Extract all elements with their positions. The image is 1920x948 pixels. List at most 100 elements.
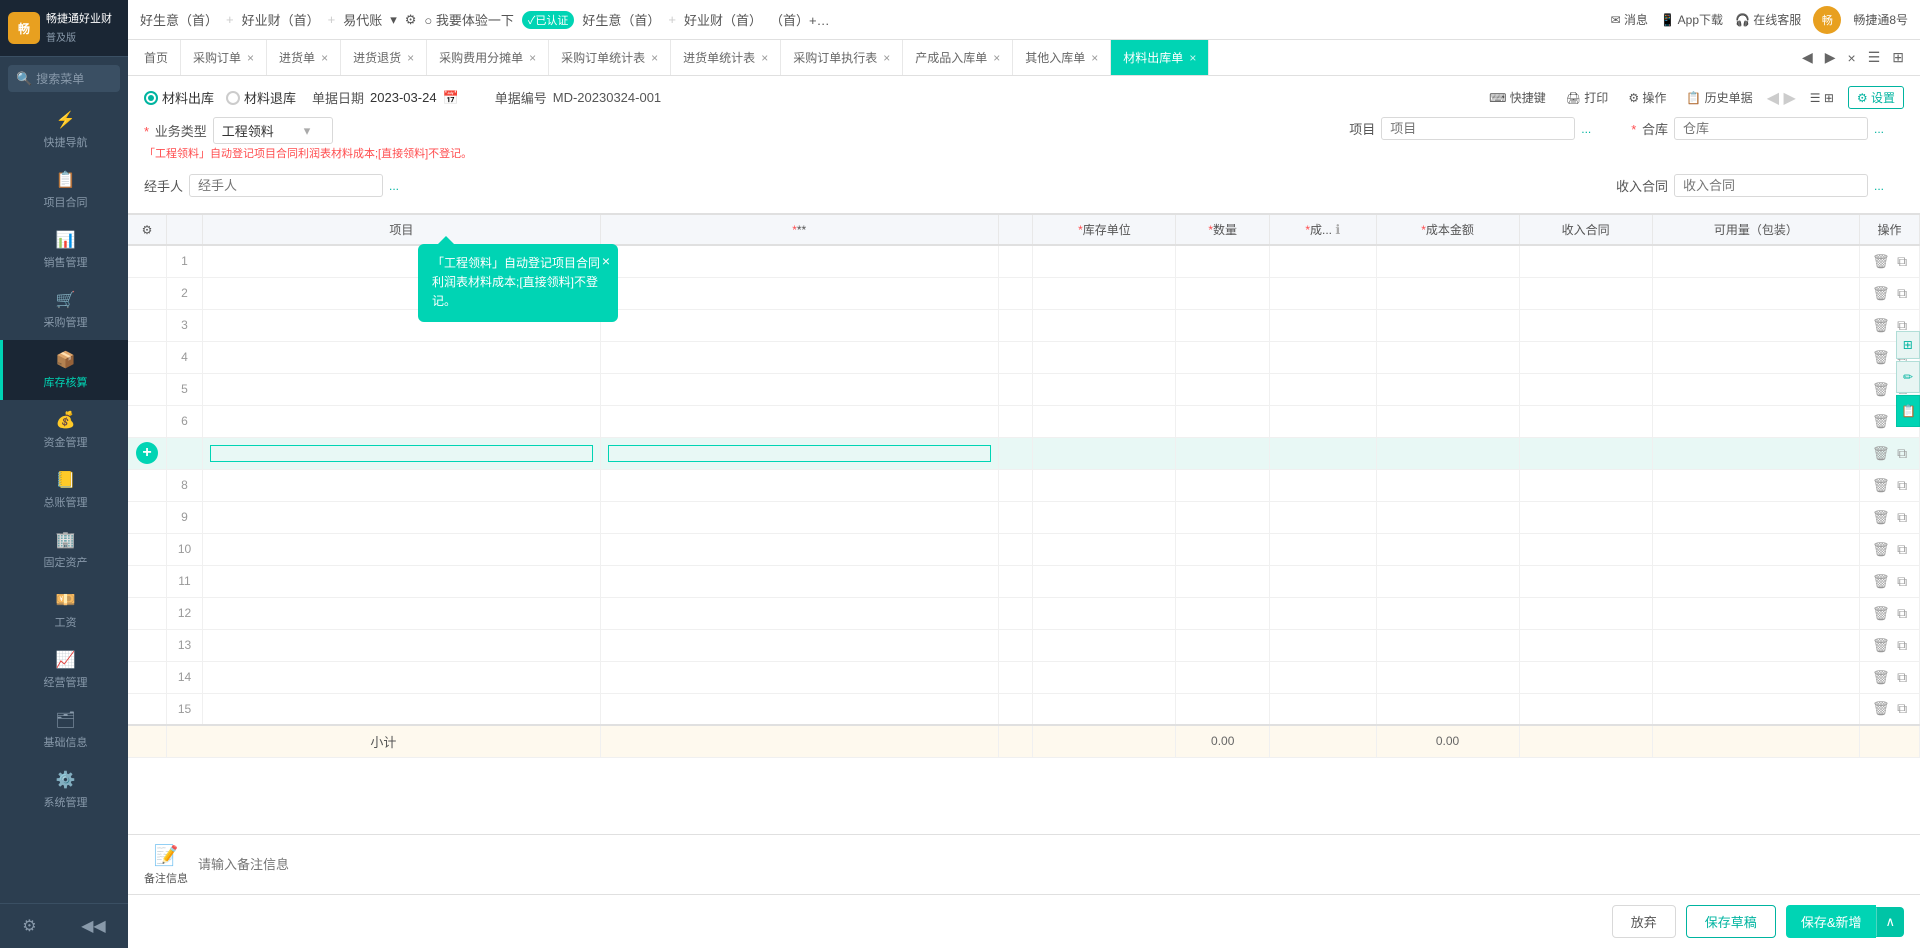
copy-row-btn[interactable]: ⧉ xyxy=(1897,477,1907,493)
project-ellipsis-btn[interactable]: ... xyxy=(1581,122,1591,136)
tab-close-material-outbound[interactable]: × xyxy=(1189,51,1196,65)
delete-row-btn[interactable]: 🗑 xyxy=(1872,509,1890,525)
save-new-main-button[interactable]: 保存&新增 xyxy=(1786,905,1877,938)
print-btn[interactable]: 🖨 打印 xyxy=(1560,87,1615,108)
active-cell-input-2[interactable] xyxy=(609,446,990,461)
sidebar-item-sales[interactable]: 📊 销售管理 xyxy=(0,220,128,280)
topbar-good-business[interactable]: 好生意（首） xyxy=(140,10,218,29)
search-menu-item[interactable]: 🔍 搜索菜单 xyxy=(8,65,120,92)
copy-row-btn[interactable]: ⧉ xyxy=(1897,605,1907,621)
sidebar-item-general-ledger[interactable]: 📒 总账管理 xyxy=(0,460,128,520)
tab-close-purchase-exec[interactable]: × xyxy=(883,51,890,65)
warehouse-ellipsis-btn[interactable]: ... xyxy=(1874,122,1884,136)
tab-material-outbound[interactable]: 材料出库单× xyxy=(1111,40,1209,76)
copy-row-btn[interactable]: ⧉ xyxy=(1897,637,1907,653)
delete-row-btn[interactable]: 🗑 xyxy=(1872,285,1890,301)
delete-row-btn[interactable]: 🗑 xyxy=(1872,573,1890,589)
sidebar-item-quick-nav[interactable]: ⚡ 快捷导航 xyxy=(0,100,128,160)
tab-close-incoming[interactable]: × xyxy=(321,51,328,65)
abandon-button[interactable]: 放弃 xyxy=(1612,905,1676,938)
income-contract-input[interactable] xyxy=(1674,174,1868,197)
add-row-btn[interactable]: + xyxy=(136,442,158,464)
tab-other-storage[interactable]: 其他入库单× xyxy=(1013,40,1111,76)
tab-view-toggle-list[interactable]: ☰ xyxy=(1864,47,1885,68)
col-header-settings[interactable]: ⚙ xyxy=(128,215,167,245)
sidebar-item-project-contract[interactable]: 📋 项目合同 xyxy=(0,160,128,220)
tab-product-storage[interactable]: 产成品入库单× xyxy=(903,40,1013,76)
info-icon[interactable]: ℹ xyxy=(1335,222,1340,237)
date-value[interactable]: 2023-03-24 xyxy=(370,90,437,105)
delete-row-btn[interactable]: 🗑 xyxy=(1872,669,1890,685)
copy-row-btn[interactable]: ⧉ xyxy=(1897,573,1907,589)
float-btn-edit[interactable]: ✏ xyxy=(1896,361,1920,393)
sidebar-item-purchase[interactable]: 🛒 采购管理 xyxy=(0,280,128,340)
delete-row-btn[interactable]: 🗑 xyxy=(1872,413,1890,429)
delete-row-btn[interactable]: 🗑 xyxy=(1872,381,1890,397)
topbar-dropdown[interactable]: ▾ xyxy=(390,12,397,28)
sidebar-item-base-info[interactable]: 🗂 基础信息 xyxy=(0,700,128,760)
tab-purchase-order[interactable]: 采购订单× xyxy=(181,40,267,76)
tab-scroll-left[interactable]: ◀ xyxy=(1798,47,1817,68)
tab-purchase-exec[interactable]: 采购订单执行表× xyxy=(781,40,903,76)
topbar-message[interactable]: ✉ 消息 xyxy=(1611,11,1648,28)
handler-input[interactable] xyxy=(189,174,383,197)
copy-active-row-btn[interactable]: ⧉ xyxy=(1897,445,1907,461)
topbar-more[interactable]: （首）+… xyxy=(770,10,830,29)
copy-row-btn[interactable]: ⧉ xyxy=(1897,285,1907,301)
radio-outbound[interactable]: 材料出库 xyxy=(144,88,214,107)
delete-row-btn[interactable]: 🗑 xyxy=(1872,605,1890,621)
copy-row-btn[interactable]: ⧉ xyxy=(1897,253,1907,269)
sidebar-item-fixed-assets[interactable]: 🏢 固定资产 xyxy=(0,520,128,580)
sidebar-item-system[interactable]: ⚙️ 系统管理 xyxy=(0,760,128,820)
delete-row-btn[interactable]: 🗑 xyxy=(1872,317,1890,333)
delete-row-btn[interactable]: 🗑 xyxy=(1872,477,1890,493)
collapse-icon[interactable]: ◀◀ xyxy=(77,912,110,940)
delete-row-btn[interactable]: 🗑 xyxy=(1872,637,1890,653)
tab-home[interactable]: 首页 xyxy=(132,40,181,76)
warehouse-input[interactable] xyxy=(1674,117,1868,140)
notes-input[interactable] xyxy=(198,857,1904,872)
tab-incoming-stats[interactable]: 进货单统计表× xyxy=(671,40,781,76)
delete-active-row-btn[interactable]: 🗑 xyxy=(1872,445,1890,461)
shortcut-btn[interactable]: ⌨ 快捷键 xyxy=(1483,87,1552,108)
tab-close-incoming-return[interactable]: × xyxy=(407,51,414,65)
tab-close-purchase-stats[interactable]: × xyxy=(651,51,658,65)
delete-row-btn[interactable]: 🗑 xyxy=(1872,253,1890,269)
float-btn-1[interactable]: ⊞ xyxy=(1896,331,1920,359)
tab-scroll-right[interactable]: ▶ xyxy=(1821,47,1840,68)
tab-purchase-expense[interactable]: 采购费用分摊单× xyxy=(427,40,549,76)
copy-row-btn[interactable]: ⧉ xyxy=(1897,317,1907,333)
topbar-good-business-2[interactable]: 好生意（首） xyxy=(582,10,660,29)
topbar-agency[interactable]: 易代账 xyxy=(343,10,382,29)
tab-close-all[interactable]: × xyxy=(1844,48,1860,68)
delete-row-btn[interactable]: 🗑 xyxy=(1872,349,1890,365)
topbar-support[interactable]: 🎧 在线客服 xyxy=(1735,11,1801,28)
tab-view-toggle-grid[interactable]: ⊞ xyxy=(1888,47,1908,68)
tab-close-incoming-stats[interactable]: × xyxy=(761,51,768,65)
table-view-btn[interactable]: ☰ ⊞ xyxy=(1804,89,1840,107)
sidebar-item-management[interactable]: 📈 经营管理 xyxy=(0,640,128,700)
copy-row-btn[interactable]: ⧉ xyxy=(1897,541,1907,557)
tab-purchase-stats[interactable]: 采购订单统计表× xyxy=(549,40,671,76)
delete-row-btn[interactable]: 🗑 xyxy=(1872,541,1890,557)
business-type-select[interactable]: 工程领料 ▾ xyxy=(213,117,333,144)
tab-incoming-return[interactable]: 进货退货× xyxy=(341,40,427,76)
topbar-username[interactable]: 畅捷通8号 xyxy=(1853,11,1908,28)
tab-close-other-storage[interactable]: × xyxy=(1091,51,1098,65)
topbar-settings-icon[interactable]: ⚙ xyxy=(405,12,417,28)
sidebar-item-finance[interactable]: 💰 资金管理 xyxy=(0,400,128,460)
topbar-good-wealth-2[interactable]: 好业财（首） xyxy=(684,10,762,29)
save-draft-button[interactable]: 保存草稿 xyxy=(1686,905,1776,938)
tab-close-purchase-order[interactable]: × xyxy=(247,51,254,65)
project-input[interactable] xyxy=(1381,117,1575,140)
calendar-icon[interactable]: 📅 xyxy=(443,90,459,106)
tab-close-product-storage[interactable]: × xyxy=(993,51,1000,65)
copy-row-btn[interactable]: ⧉ xyxy=(1897,509,1907,525)
tab-incoming[interactable]: 进货单× xyxy=(267,40,341,76)
topbar-app-download[interactable]: 📱 App下载 xyxy=(1660,11,1723,28)
handler-ellipsis-btn[interactable]: ... xyxy=(389,179,399,193)
history-btn[interactable]: 📋 历史单据 xyxy=(1680,87,1758,108)
copy-row-btn[interactable]: ⧉ xyxy=(1897,669,1907,685)
save-new-arrow-button[interactable]: ∧ xyxy=(1876,907,1904,937)
tab-close-purchase-expense[interactable]: × xyxy=(529,51,536,65)
